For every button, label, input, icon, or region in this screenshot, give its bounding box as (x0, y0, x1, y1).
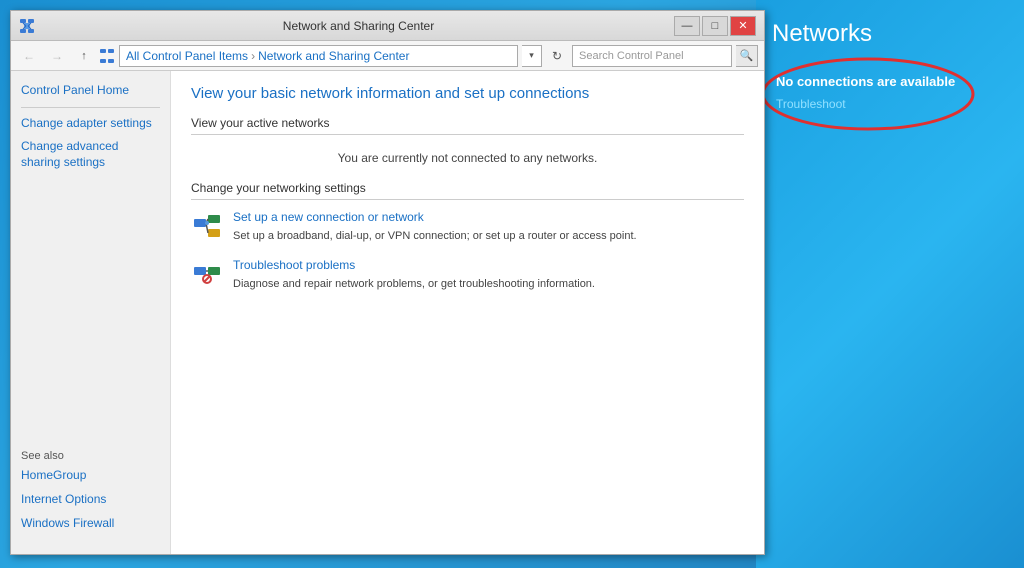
setting-item-new-connection: Set up a new connection or network Set u… (191, 210, 744, 244)
title-bar: Network and Sharing Center — □ ✕ (11, 11, 764, 41)
sidebar-internet-options[interactable]: Internet Options (21, 492, 160, 508)
control-panel-icon (99, 48, 115, 64)
maximize-button[interactable]: □ (702, 16, 728, 36)
window-icon (19, 18, 35, 34)
window-title: Network and Sharing Center (43, 19, 674, 33)
see-also-label: See also (21, 450, 160, 462)
search-placeholder: Search Control Panel (579, 50, 684, 62)
forward-button[interactable]: → (45, 45, 69, 67)
sidebar: Control Panel Home Change adapter settin… (11, 71, 171, 554)
breadcrumb-network-sharing[interactable]: Network and Sharing Center (258, 49, 409, 63)
troubleshoot-link-main[interactable]: Troubleshoot problems (233, 258, 744, 272)
sidebar-homegroup[interactable]: HomeGroup (21, 468, 160, 484)
address-dropdown[interactable]: ▾ (522, 45, 542, 67)
back-button[interactable]: ← (17, 45, 41, 67)
refresh-button[interactable]: ↻ (546, 45, 568, 67)
new-connection-link[interactable]: Set up a new connection or network (233, 210, 744, 224)
address-bar: ← → ↑ All Control Panel Items › Network … (11, 41, 764, 71)
networks-panel: Networks No connections are available Tr… (756, 0, 1024, 568)
troubleshoot-desc: Diagnose and repair network problems, or… (233, 278, 595, 290)
networks-panel-title: Networks (772, 20, 1008, 48)
no-connections-text: No connections are available (776, 74, 955, 89)
active-networks-header: View your active networks (191, 116, 744, 135)
minimize-button[interactable]: — (674, 16, 700, 36)
main-content: View your basic network information and … (171, 71, 764, 554)
window-controls: — □ ✕ (674, 16, 756, 36)
breadcrumb-arrow: › (251, 49, 255, 63)
network-sharing-center-window: Network and Sharing Center — □ ✕ ← → ↑ A… (10, 10, 765, 555)
sidebar-change-adapter[interactable]: Change adapter settings (21, 116, 160, 132)
sidebar-advanced-sharing[interactable]: Change advanced sharing settings (21, 139, 160, 170)
setting-text-new-connection: Set up a new connection or network Set u… (233, 210, 744, 244)
change-settings-header: Change your networking settings (191, 181, 744, 200)
active-networks-message: You are currently not connected to any n… (191, 143, 744, 181)
up-button[interactable]: ↑ (73, 45, 95, 67)
connection-setup-icon (191, 210, 223, 242)
setting-item-troubleshoot: Troubleshoot problems Diagnose and repai… (191, 258, 744, 292)
close-button[interactable]: ✕ (730, 16, 756, 36)
content-area: Control Panel Home Change adapter settin… (11, 71, 764, 554)
search-box[interactable]: Search Control Panel (572, 45, 732, 67)
sidebar-windows-firewall[interactable]: Windows Firewall (21, 516, 160, 532)
setting-text-troubleshoot: Troubleshoot problems Diagnose and repai… (233, 258, 744, 292)
sidebar-divider-1 (21, 107, 160, 108)
search-button[interactable]: 🔍 (736, 45, 758, 67)
address-path[interactable]: All Control Panel Items › Network and Sh… (119, 45, 518, 67)
page-title: View your basic network information and … (191, 85, 744, 102)
troubleshoot-icon (191, 258, 223, 290)
sidebar-control-panel-home[interactable]: Control Panel Home (21, 83, 160, 99)
troubleshoot-panel-link[interactable]: Troubleshoot (776, 97, 955, 111)
breadcrumb-control-panel[interactable]: All Control Panel Items (126, 49, 248, 63)
new-connection-desc: Set up a broadband, dial-up, or VPN conn… (233, 230, 637, 242)
